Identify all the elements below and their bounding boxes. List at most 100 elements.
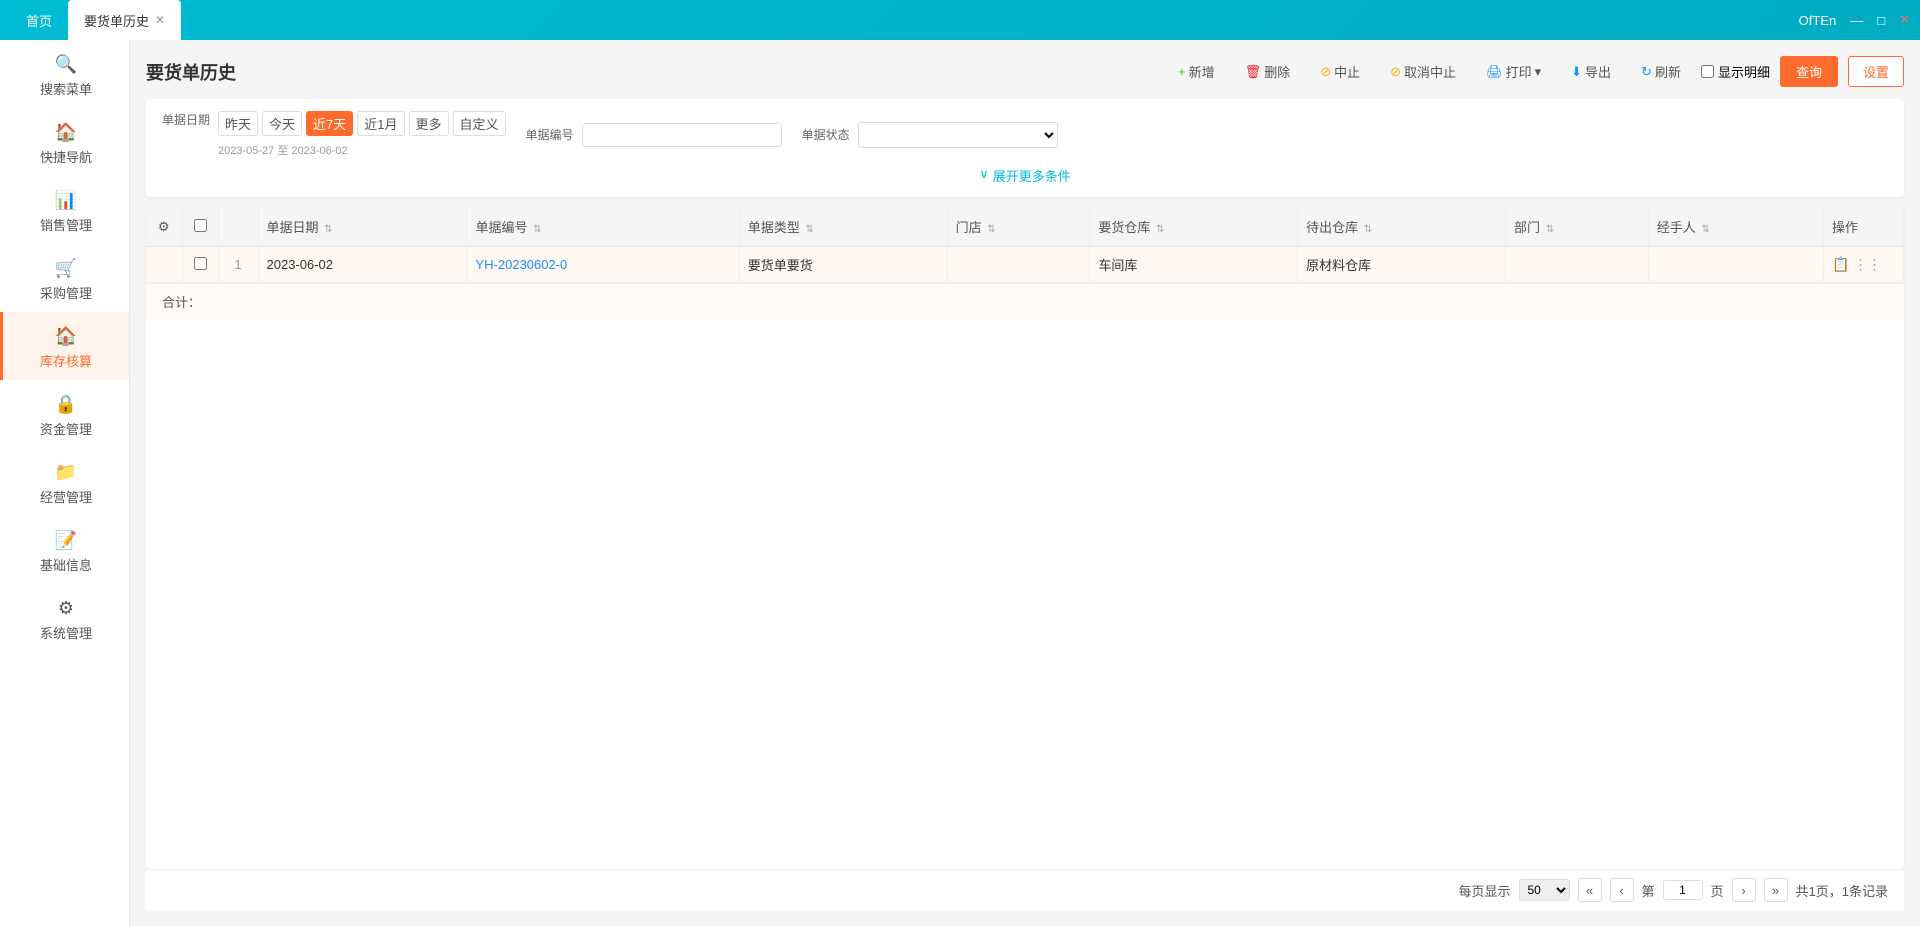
- sidebar-item-capital-mgmt[interactable]: 🔒 资金管理: [0, 380, 129, 448]
- sidebar-label-sales-mgmt: 销售管理: [40, 215, 92, 234]
- sidebar-item-purchase-mgmt[interactable]: 🛒 采购管理: [0, 244, 129, 312]
- row-number: 1: [218, 247, 258, 283]
- refresh-label: 刷新: [1655, 62, 1681, 81]
- date-btn-7days-label: 近7天: [313, 117, 346, 132]
- pagination-bar: 每页显示 50 100 200 « ‹ 第 页 › » 共1页，1条记录: [146, 869, 1904, 910]
- col-pending-warehouse-sort-icon: ⇅: [1364, 224, 1372, 235]
- col-store-label: 门店: [956, 220, 982, 235]
- col-order-type[interactable]: 单据类型 ⇅: [739, 207, 947, 247]
- row-actions: 📋 ⋮⋮: [1832, 256, 1895, 273]
- cancel-stop-button[interactable]: ⊘ 取消中止: [1380, 57, 1466, 86]
- row-order-no[interactable]: YH-20230602-0: [467, 247, 739, 283]
- expand-more-icon: ∨: [979, 166, 989, 185]
- sidebar-item-sales-mgmt[interactable]: 📊 销售管理: [0, 176, 129, 244]
- col-department[interactable]: 部门 ⇅: [1505, 207, 1648, 247]
- print-button[interactable]: 🖨 打印 ▾: [1476, 57, 1551, 86]
- date-btn-7days[interactable]: 近7天: [306, 111, 353, 136]
- col-handler[interactable]: 经手人 ⇅: [1648, 207, 1823, 247]
- date-btn-yesterday[interactable]: 昨天: [218, 111, 258, 136]
- expand-more-btn[interactable]: ∨ 展开更多条件: [162, 166, 1888, 185]
- display-detail-toggle[interactable]: 显示明细: [1701, 62, 1770, 81]
- date-btn-today[interactable]: 今天: [262, 111, 302, 136]
- sidebar-item-basic-info[interactable]: 📝 基础信息: [0, 516, 129, 584]
- col-req-warehouse[interactable]: 要货仓库 ⇅: [1090, 207, 1298, 247]
- sidebar-item-quick-nav[interactable]: 🏠 快捷导航: [0, 108, 129, 176]
- order-no-input[interactable]: [582, 123, 782, 147]
- col-pending-warehouse-label: 待出仓库: [1306, 220, 1358, 235]
- tab-close-icon[interactable]: ✕: [155, 13, 165, 27]
- row-order-no-link[interactable]: YH-20230602-0: [475, 257, 567, 272]
- display-detail-checkbox[interactable]: [1701, 65, 1714, 78]
- sidebar-item-ops-mgmt[interactable]: 📁 经营管理: [0, 448, 129, 516]
- display-detail-label: 显示明细: [1718, 62, 1770, 81]
- page-first-button[interactable]: «: [1578, 878, 1602, 902]
- col-settings[interactable]: ⚙: [146, 207, 182, 247]
- date-btn-custom[interactable]: 自定义: [453, 111, 506, 136]
- table-container: ⚙ 单据日期 ⇅ 单据编号 ⇅: [146, 207, 1904, 869]
- col-order-no-label: 单据编号: [475, 220, 527, 235]
- refresh-button[interactable]: ↻ 刷新: [1631, 57, 1691, 86]
- sidebar-label-purchase-mgmt: 采购管理: [40, 283, 92, 302]
- col-department-sort-icon: ⇅: [1546, 224, 1554, 235]
- stop-label: 中止: [1334, 62, 1360, 81]
- top-bar: 首页 要货单历史 ✕ OfTEn — □ ✕: [0, 0, 1920, 40]
- status-select[interactable]: [858, 122, 1058, 148]
- tab-home[interactable]: 首页: [10, 0, 68, 40]
- page-header: 要货单历史 + 新增 🗑 删除 ⊘ 中止 ⊘ 取消中止: [146, 56, 1904, 87]
- select-all-checkbox[interactable]: [194, 219, 207, 232]
- sidebar-label-capital-mgmt: 资金管理: [40, 419, 92, 438]
- query-button[interactable]: 查询: [1780, 56, 1838, 87]
- col-checkbox[interactable]: [182, 207, 218, 247]
- sidebar-label-inventory-calc: 库存核算: [40, 351, 92, 370]
- row-checkbox[interactable]: [194, 257, 207, 270]
- new-button[interactable]: + 新增: [1168, 57, 1225, 86]
- order-no-label: 单据编号: [526, 126, 574, 143]
- row-checkbox-cell[interactable]: [182, 247, 218, 283]
- page-prev-button[interactable]: ‹: [1610, 878, 1634, 902]
- row-view-icon[interactable]: 📋: [1832, 256, 1849, 273]
- page-size-select[interactable]: 50 100 200: [1519, 879, 1570, 901]
- row-settings-cell: [146, 247, 182, 283]
- col-store[interactable]: 门店 ⇅: [947, 207, 1090, 247]
- window-maximize-button[interactable]: □: [1877, 13, 1885, 28]
- col-handler-sort-icon: ⇅: [1701, 224, 1709, 235]
- sidebar-item-system-mgmt[interactable]: ⚙ 系统管理: [0, 584, 129, 652]
- page-last-button[interactable]: »: [1764, 878, 1788, 902]
- table-row[interactable]: 1 2023-06-02 YH-20230602-0 要货单要货 车间库 原材料…: [146, 247, 1904, 283]
- sales-mgmt-icon: 📊: [55, 190, 77, 211]
- sidebar-label-ops-mgmt: 经营管理: [40, 487, 92, 506]
- window-minimize-button[interactable]: —: [1850, 13, 1863, 28]
- page-input-suffix: 页: [1711, 881, 1724, 900]
- row-req-warehouse: 车间库: [1090, 247, 1298, 283]
- page-next-button[interactable]: ›: [1732, 878, 1756, 902]
- quick-nav-icon: 🏠: [55, 122, 77, 143]
- col-pending-warehouse[interactable]: 待出仓库 ⇅: [1298, 207, 1506, 247]
- export-button[interactable]: ⬇ 导出: [1561, 57, 1621, 86]
- row-more-icon[interactable]: ⋮⋮: [1853, 256, 1881, 273]
- sidebar-item-search-menu[interactable]: 🔍 搜索菜单: [0, 40, 129, 108]
- page-number-input[interactable]: [1663, 880, 1703, 900]
- filter-row: 单据日期 昨天 今天 近7天: [162, 111, 1888, 158]
- row-handler: [1648, 247, 1823, 283]
- col-store-sort-icon: ⇅: [987, 224, 995, 235]
- settings-label: 设置: [1863, 62, 1889, 81]
- window-close-button[interactable]: ✕: [1899, 12, 1910, 28]
- search-menu-icon: 🔍: [55, 54, 77, 75]
- date-btn-1month[interactable]: 近1月: [357, 111, 404, 136]
- page-prev-icon: ‹: [1619, 883, 1623, 898]
- sidebar-label-system-mgmt: 系统管理: [40, 623, 92, 642]
- basic-info-icon: 📝: [55, 530, 77, 551]
- date-btn-1month-label: 近1月: [364, 117, 397, 132]
- delete-button[interactable]: 🗑 删除: [1235, 57, 1301, 86]
- col-date[interactable]: 单据日期 ⇅: [258, 207, 467, 247]
- sidebar-item-inventory-calc[interactable]: 🏠 库存核算: [0, 312, 129, 380]
- stop-button[interactable]: ⊘ 中止: [1310, 57, 1370, 86]
- new-label: 新增: [1189, 62, 1215, 81]
- col-order-no[interactable]: 单据编号 ⇅: [467, 207, 739, 247]
- sidebar-label-quick-nav: 快捷导航: [40, 147, 92, 166]
- new-icon: +: [1178, 64, 1186, 79]
- row-date: 2023-06-02: [258, 247, 467, 283]
- settings-button[interactable]: 设置: [1848, 56, 1904, 87]
- tab-requisition-history[interactable]: 要货单历史 ✕: [68, 0, 181, 40]
- date-btn-more[interactable]: 更多: [409, 111, 449, 136]
